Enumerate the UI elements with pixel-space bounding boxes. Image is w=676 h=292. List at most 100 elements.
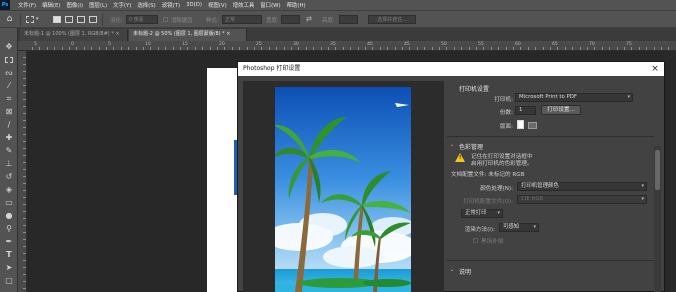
menu-window[interactable]: 窗口(W) [257,1,283,9]
photoshop-logo[interactable]: Ps [0,0,10,10]
ruler-tick [247,47,248,50]
chevron-down-icon[interactable]: ⌄ [450,142,454,148]
ruler-tick [461,47,462,50]
path-selection-icon[interactable]: ➤ [4,263,14,273]
menu-select[interactable]: 选择(S) [134,1,158,9]
ruler-tick [23,218,26,219]
menu-help[interactable]: 帮助(H) [284,1,309,9]
ruler-tick [535,47,536,50]
intersect-selection-icon[interactable] [89,16,97,23]
ruler-tick [54,47,55,50]
ruler-tick [498,47,499,50]
ruler-tick [143,47,144,50]
healing-brush-icon[interactable]: ✚ [4,133,14,143]
antialias-checkbox[interactable] [163,17,168,22]
warning-text-line2: 启用打印机的色彩管理。 [471,161,533,167]
menu-3d[interactable]: 3D(D) [183,2,205,8]
ruler-tick [639,47,640,50]
ruler-tick [269,47,270,50]
lasso-tool-icon[interactable]: ᔓ [4,68,14,78]
menu-view[interactable]: 视图(V) [205,1,230,9]
ruler-tick [173,47,174,50]
print-settings-button[interactable]: 打印设置... [541,105,581,115]
stamp-tool-icon[interactable]: ⊥ [4,159,14,169]
copies-input[interactable]: 1 [515,106,536,115]
ruler-tick [23,197,26,198]
menu-filter[interactable]: 滤镜(T) [159,1,183,9]
ruler-tick [550,47,551,50]
marquee-preset-icon[interactable] [26,16,34,23]
layout-label: 版面: [499,124,513,130]
swap-icon[interactable]: ⇄ [306,15,312,23]
chevron-down-icon: ▾ [641,196,644,202]
menu-type[interactable]: 文字(Y) [110,1,134,9]
render-intent-select[interactable]: 可感知 ▾ [499,223,539,232]
move-tool-icon[interactable]: ✥ [4,42,14,52]
black-point-label: 黑场补偿 [481,239,504,245]
close-icon[interactable]: × [115,31,119,37]
ruler-tick [23,274,26,275]
ruler-tick [232,47,233,50]
tab-document-2[interactable]: 未标题-2 @ 50% (图层 1, 图层蒙版/8) * × [129,29,247,41]
home-icon[interactable]: ⌂ [4,14,15,25]
width-input[interactable] [281,15,300,24]
menu-file[interactable]: 文件(F) [15,1,39,9]
feather-label: 羽化: [110,18,123,24]
menu-image[interactable]: 图像(I) [64,1,87,9]
print-mode-select[interactable]: 正常打印 ▾ [461,209,503,218]
ruler-tick [23,85,26,86]
height-input[interactable] [339,15,358,24]
ruler-tick [23,225,26,226]
chevron-down-icon[interactable]: ▾ [36,16,39,22]
ruler-tick [572,47,573,50]
tab-label: 未标题-2 @ 50% (图层 1, 图层蒙版/8) * [133,31,225,37]
landscape-layout-icon[interactable] [528,122,537,129]
ruler-tick [276,47,277,50]
printer-select[interactable]: Microsoft Print to PDF ▾ [515,93,633,102]
style-select[interactable]: 正常 [222,15,262,24]
add-selection-icon[interactable] [65,16,73,23]
close-icon[interactable]: × [650,62,660,76]
shape-tool-icon[interactable]: ▢ [4,276,14,286]
ruler-tick [76,47,77,50]
ruler-tick [23,71,26,72]
chevron-down-icon[interactable]: ⌄ [450,267,454,273]
ruler-tick [624,47,625,50]
pen-tool-icon[interactable]: ✒ [4,237,14,247]
color-handling-select[interactable]: 打印机管理颜色 ▾ [517,182,647,191]
magic-wand-icon[interactable]: ⁄ [4,81,14,91]
marquee-tool-icon[interactable] [4,55,14,65]
eyedropper-icon[interactable]: ∕ [4,120,14,130]
ruler-tick [358,47,359,50]
vertical-ruler [18,51,27,292]
select-and-mask-button[interactable]: 选择并遮住... [368,15,416,24]
frame-tool-icon[interactable]: ⊠ [4,107,14,117]
brush-tool-icon[interactable]: ✎ [4,146,14,156]
crop-tool-icon[interactable]: ⌗ [4,94,14,104]
scrollbar-thumb[interactable] [655,150,660,190]
menu-layer[interactable]: 图层(L) [86,1,110,9]
feather-input[interactable]: 0 像素 [126,15,158,24]
portrait-layout-icon[interactable] [517,120,524,129]
ruler-tick [617,47,618,50]
ruler-tick [380,47,381,50]
tab-document-1[interactable]: 未标题-1 @ 100% (图层 1, RGB/8#) * × [20,29,128,41]
menu-edit[interactable]: 编辑(E) [39,1,63,9]
close-icon[interactable]: × [226,31,230,37]
history-brush-icon[interactable]: ↺ [4,172,14,182]
new-selection-icon[interactable] [53,16,61,23]
blur-tool-icon[interactable]: ● [4,211,14,221]
gradient-tool-icon[interactable]: ▭ [4,198,14,208]
settings-scrollbar[interactable] [654,146,661,292]
style-label: 样式: [206,18,219,24]
ruler-tick [298,47,299,50]
menu-plugins[interactable]: 增效工具 [230,1,258,9]
dodge-tool-icon[interactable]: ⚲ [4,224,14,234]
ruler-tick [23,120,26,121]
print-mode-value: 正常打印 [465,210,487,216]
eraser-tool-icon[interactable]: ◈ [4,185,14,195]
type-tool-icon[interactable]: T [4,250,14,260]
ruler-tick [69,47,70,50]
subtract-selection-icon[interactable] [77,16,85,23]
ruler-tick [432,47,433,50]
